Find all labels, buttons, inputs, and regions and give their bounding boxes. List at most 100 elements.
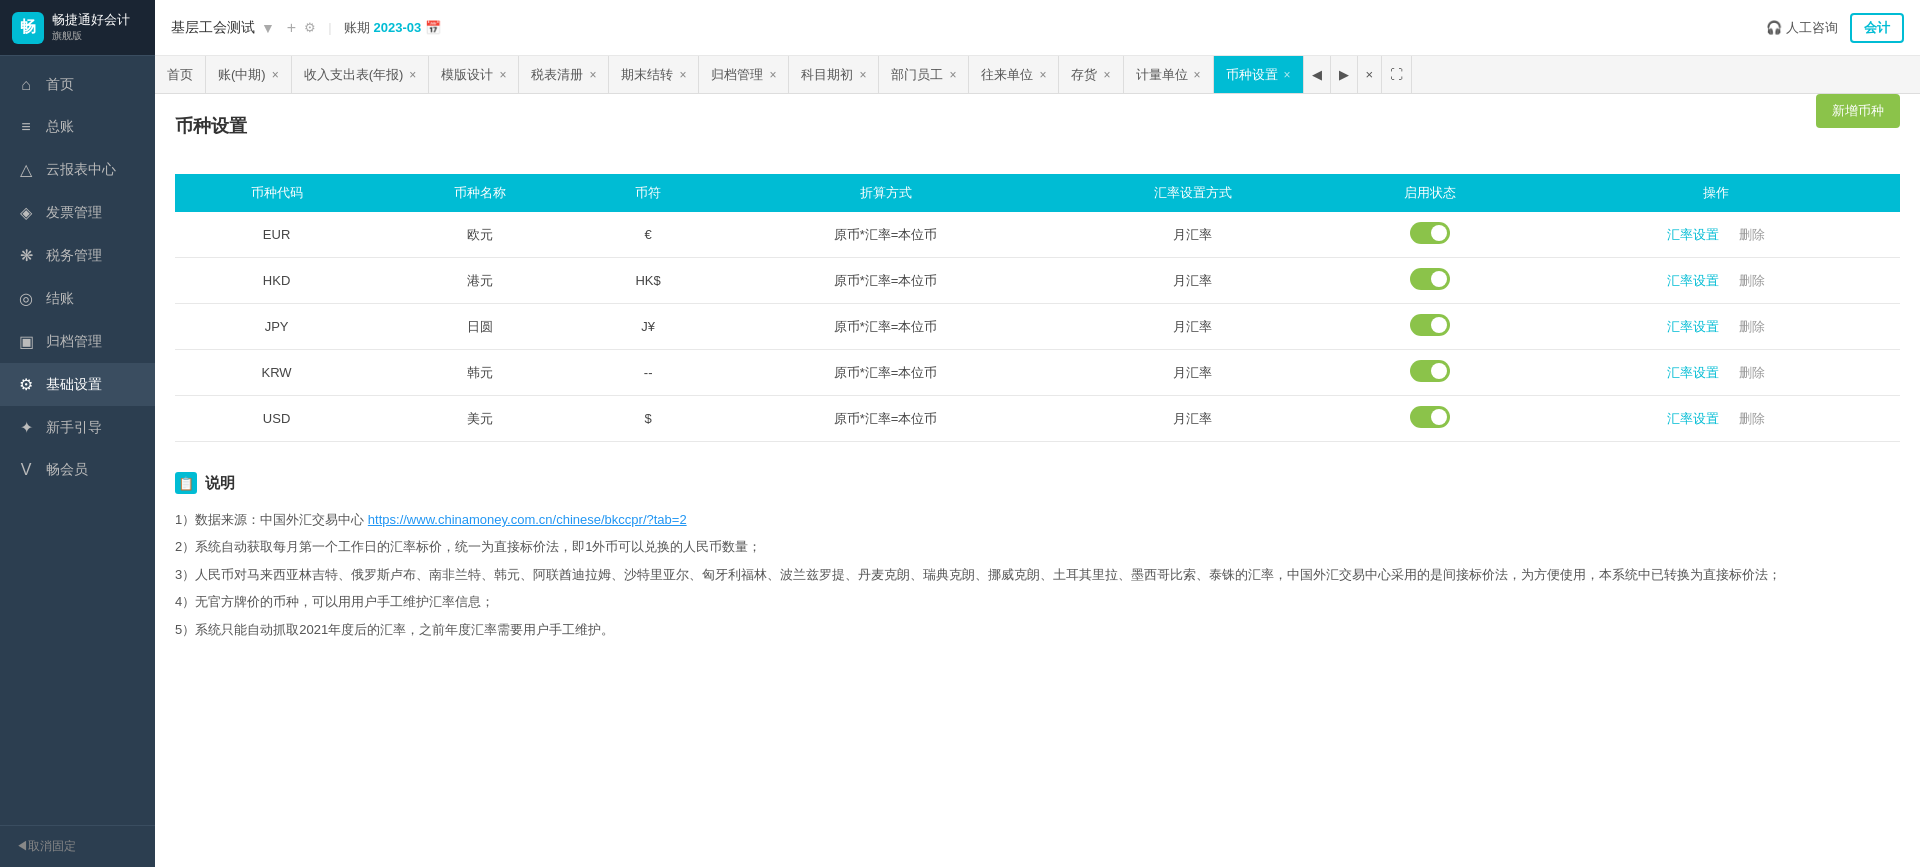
col-action: 操作 xyxy=(1532,174,1900,212)
sidebar-item-label: 新手引导 xyxy=(46,419,102,437)
delete-link[interactable]: 删除 xyxy=(1739,273,1765,288)
cell-status xyxy=(1329,350,1532,396)
tab-unit[interactable]: 计量单位 × xyxy=(1124,56,1214,94)
cell-action: 汇率设置 删除 xyxy=(1532,212,1900,258)
rate-setting-link[interactable]: 汇率设置 xyxy=(1667,319,1719,334)
tab-label: 部门员工 xyxy=(891,66,943,84)
delete-link[interactable]: 删除 xyxy=(1739,411,1765,426)
table-row: KRW 韩元 -- 原币*汇率=本位币 月汇率 汇率设置 删除 xyxy=(175,350,1900,396)
tab-close-icon[interactable]: × xyxy=(949,68,956,82)
tab-close-icon[interactable]: × xyxy=(679,68,686,82)
sidebar-item-checkout[interactable]: ◎ 结账 xyxy=(0,277,155,320)
sidebar-item-home[interactable]: ⌂ 首页 xyxy=(0,64,155,106)
sidebar-item-ledger[interactable]: ≡ 总账 xyxy=(0,106,155,148)
company-selector[interactable]: 基层工会测试 ▼ xyxy=(171,19,275,37)
rate-setting-link[interactable]: 汇率设置 xyxy=(1667,227,1719,242)
tab-fullscreen-btn[interactable]: ⛶ xyxy=(1382,56,1412,94)
tab-next-btn[interactable]: ▶ xyxy=(1331,56,1358,94)
delete-link[interactable]: 删除 xyxy=(1739,319,1765,334)
new-currency-button[interactable]: 新增币种 xyxy=(1816,94,1900,128)
cell-code: EUR xyxy=(175,212,378,258)
sidebar-item-settings[interactable]: ⚙ 基础设置 xyxy=(0,363,155,406)
logo-icon: 畅 xyxy=(12,12,44,44)
status-toggle[interactable] xyxy=(1410,360,1450,382)
tab-close-icon[interactable]: × xyxy=(589,68,596,82)
rate-setting-link[interactable]: 汇率设置 xyxy=(1667,365,1719,380)
tab-close-icon[interactable]: × xyxy=(409,68,416,82)
tab-template[interactable]: 模版设计 × xyxy=(429,56,519,94)
tab-tax[interactable]: 税表清册 × xyxy=(519,56,609,94)
sidebar-logo: 畅 畅捷通好会计 旗舰版 xyxy=(0,0,155,56)
cell-rate-type: 月汇率 xyxy=(1056,350,1329,396)
tab-inventory[interactable]: 存货 × xyxy=(1059,56,1123,94)
topbar: 基层工会测试 ▼ + ⚙ | 账期 2023-03 📅 🎧 人工咨询 会计 xyxy=(155,0,1920,56)
tab-period[interactable]: 账(中期) × xyxy=(206,56,292,94)
tab-currency[interactable]: 币种设置 × xyxy=(1214,56,1304,94)
delete-link[interactable]: 删除 xyxy=(1739,365,1765,380)
tab-close-icon[interactable]: × xyxy=(769,68,776,82)
sidebar-item-archive[interactable]: ▣ 归档管理 xyxy=(0,320,155,363)
status-toggle[interactable] xyxy=(1410,222,1450,244)
sidebar-item-member[interactable]: V 畅会员 xyxy=(0,449,155,491)
period-selector[interactable]: 账期 2023-03 📅 xyxy=(344,19,442,37)
sidebar-item-tax[interactable]: ❋ 税务管理 xyxy=(0,234,155,277)
tab-report[interactable]: 收入支出表(年报) × xyxy=(292,56,430,94)
toggle-track xyxy=(1410,360,1450,382)
page-header: 币种设置 新增币种 xyxy=(175,114,1900,158)
support-button[interactable]: 🎧 人工咨询 xyxy=(1766,19,1838,37)
tab-archive[interactable]: 归档管理 × xyxy=(699,56,789,94)
cell-status xyxy=(1329,304,1532,350)
settings-gear-icon[interactable]: ⚙ xyxy=(304,20,316,35)
tab-label: 期末结转 xyxy=(621,66,673,84)
tab-close-all-btn[interactable]: × xyxy=(1358,56,1383,94)
rate-setting-link[interactable]: 汇率设置 xyxy=(1667,273,1719,288)
tab-close-icon[interactable]: × xyxy=(1103,68,1110,82)
tab-close-icon[interactable]: × xyxy=(859,68,866,82)
tab-close-icon[interactable]: × xyxy=(499,68,506,82)
cell-name: 日圆 xyxy=(378,304,581,350)
support-label: 人工咨询 xyxy=(1786,19,1838,37)
cell-action: 汇率设置 删除 xyxy=(1532,350,1900,396)
note-link[interactable]: https://www.chinamoney.com.cn/chinese/bk… xyxy=(368,512,687,527)
sidebar-pin-toggle[interactable]: ◀取消固定 xyxy=(0,825,155,867)
status-toggle[interactable] xyxy=(1410,406,1450,428)
sidebar: 畅 畅捷通好会计 旗舰版 ⌂ 首页 ≡ 总账 △ 云报表中心 ◈ 发票管理 ❋ … xyxy=(0,0,155,867)
tab-label: 账(中期) xyxy=(218,66,266,84)
sidebar-item-reports[interactable]: △ 云报表中心 xyxy=(0,148,155,191)
sidebar-item-guide[interactable]: ✦ 新手引导 xyxy=(0,406,155,449)
status-toggle[interactable] xyxy=(1410,314,1450,336)
cell-conversion: 原币*汇率=本位币 xyxy=(715,350,1056,396)
tab-subject[interactable]: 科目期初 × xyxy=(789,56,879,94)
tab-dept[interactable]: 部门员工 × xyxy=(879,56,969,94)
cell-symbol: € xyxy=(581,212,715,258)
tab-period-end[interactable]: 期末结转 × xyxy=(609,56,699,94)
cell-conversion: 原币*汇率=本位币 xyxy=(715,212,1056,258)
cell-name: 美元 xyxy=(378,396,581,442)
tab-home[interactable]: 首页 xyxy=(155,56,206,94)
table-row: JPY 日圆 J¥ 原币*汇率=本位币 月汇率 汇率设置 删除 xyxy=(175,304,1900,350)
delete-link[interactable]: 删除 xyxy=(1739,227,1765,242)
accounting-button[interactable]: 会计 xyxy=(1850,13,1904,43)
sidebar-item-label: 税务管理 xyxy=(46,247,102,265)
tab-prev-btn[interactable]: ◀ xyxy=(1304,56,1331,94)
tab-close-icon[interactable]: × xyxy=(1284,68,1291,82)
tab-customer[interactable]: 往来单位 × xyxy=(969,56,1059,94)
sidebar-item-label: 畅会员 xyxy=(46,461,88,479)
table-row: HKD 港元 HK$ 原币*汇率=本位币 月汇率 汇率设置 删除 xyxy=(175,258,1900,304)
col-symbol: 币符 xyxy=(581,174,715,212)
sidebar-item-invoice[interactable]: ◈ 发票管理 xyxy=(0,191,155,234)
settings-icon: ⚙ xyxy=(16,375,36,394)
tab-close-icon[interactable]: × xyxy=(272,68,279,82)
tab-close-icon[interactable]: × xyxy=(1194,68,1201,82)
cell-rate-type: 月汇率 xyxy=(1056,212,1329,258)
note-title-text: 说明 xyxy=(205,474,235,493)
headphone-icon: 🎧 xyxy=(1766,20,1782,35)
add-icon[interactable]: + xyxy=(287,19,296,37)
note-icon: 📋 xyxy=(175,472,197,494)
toggle-track xyxy=(1410,406,1450,428)
status-toggle[interactable] xyxy=(1410,268,1450,290)
tab-close-icon[interactable]: × xyxy=(1039,68,1046,82)
note-list: 1）数据来源：中国外汇交易中心 https://www.chinamoney.c… xyxy=(175,506,1900,643)
col-rate-type: 汇率设置方式 xyxy=(1056,174,1329,212)
rate-setting-link[interactable]: 汇率设置 xyxy=(1667,411,1719,426)
